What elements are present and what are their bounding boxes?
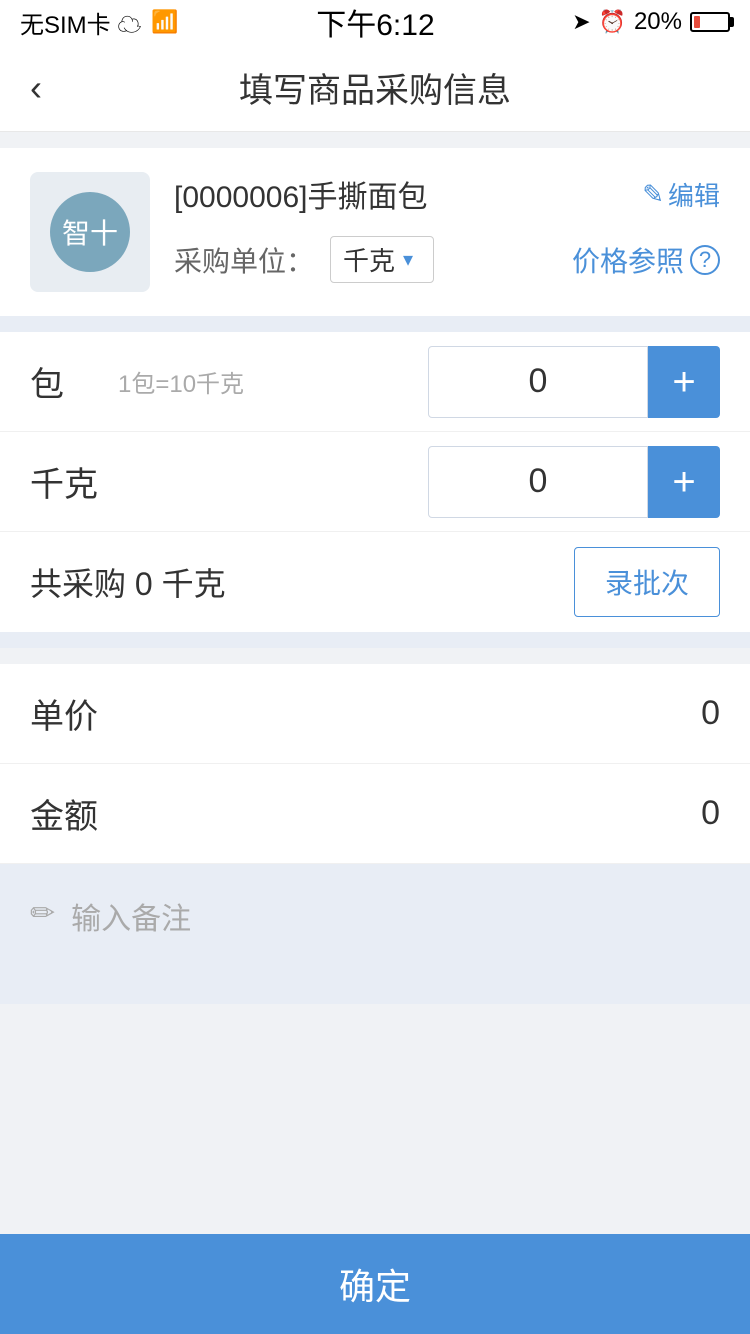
price-ref-help-icon: ?	[690, 245, 720, 275]
product-image: 智十	[30, 172, 150, 292]
kg-input-wrap: +	[428, 446, 720, 518]
amount-row: 金额 0	[0, 764, 750, 864]
bag-plus-icon: +	[672, 362, 695, 402]
section-divider-2	[0, 632, 750, 648]
confirm-button[interactable]: 确定	[0, 1234, 750, 1334]
location-icon: ➤	[572, 9, 590, 35]
price-section: 单价 0 金额 0	[0, 664, 750, 864]
back-button[interactable]: ‹	[30, 67, 42, 109]
bag-input[interactable]	[428, 346, 648, 418]
purchase-unit-label: 采购单位：	[174, 240, 314, 280]
status-bar: 无SIM卡 ☁ 📶 下午6:12 ➤ ⏰ 20%	[0, 0, 750, 44]
unit-price-label: 单价	[30, 689, 98, 738]
remarks-section[interactable]: ✏ 输入备注	[0, 864, 750, 1004]
status-time: 下午6:12	[316, 0, 434, 44]
status-right: ➤ ⏰ 20%	[572, 8, 730, 36]
product-name: [0000006]手撕面包	[174, 172, 427, 216]
remarks-placeholder: 输入备注	[71, 894, 191, 938]
amount-label: 金额	[30, 789, 98, 838]
kg-plus-icon: +	[672, 462, 695, 502]
page-title: 填写商品采购信息	[239, 63, 511, 112]
record-batch-button[interactable]: 录批次	[574, 547, 720, 617]
purchase-unit-row: 采购单位： 千克 ▾ 价格参照 ?	[174, 236, 720, 283]
battery-percent: 20%	[634, 8, 682, 36]
kg-plus-button[interactable]: +	[648, 446, 720, 518]
kg-input[interactable]	[428, 446, 648, 518]
product-logo-text: 智十	[62, 212, 118, 252]
confirm-button-label: 确定	[339, 1258, 411, 1310]
product-info: [0000006]手撕面包 ✎ 编辑 采购单位： 千克 ▾ 价格参照 ?	[174, 172, 720, 283]
section-divider-1	[0, 316, 750, 332]
unit-price-value: 0	[701, 694, 720, 733]
remarks-icon: ✏	[30, 896, 55, 931]
amount-value: 0	[701, 794, 720, 833]
wifi-icon: 📶	[151, 9, 178, 35]
alarm-icon: ⏰	[599, 9, 626, 35]
battery-icon	[690, 12, 730, 32]
kg-label: 千克	[30, 457, 110, 506]
product-card: 智十 [0000006]手撕面包 ✎ 编辑 采购单位： 千克 ▾ 价格参照 ?	[0, 148, 750, 316]
price-reference-button[interactable]: 价格参照 ?	[572, 240, 720, 280]
edit-label: 编辑	[668, 176, 720, 213]
status-left: 无SIM卡 ☁ 📶	[20, 5, 179, 40]
bag-sublabel: 1包=10千克	[118, 364, 244, 399]
unit-value: 千克	[343, 241, 395, 278]
unit-price-row: 单价 0	[0, 664, 750, 764]
bag-plus-button[interactable]: +	[648, 346, 720, 418]
summary-text: 共采购 0 千克	[30, 559, 226, 605]
price-ref-label: 价格参照	[572, 240, 684, 280]
product-logo: 智十	[50, 192, 130, 272]
unit-select[interactable]: 千克 ▾	[330, 236, 434, 283]
bag-label: 包	[30, 357, 110, 406]
edit-button[interactable]: ✎ 编辑	[642, 176, 720, 213]
nav-bar: ‹ 填写商品采购信息	[0, 44, 750, 132]
summary-row: 共采购 0 千克 录批次	[0, 532, 750, 632]
input-section: 包 1包=10千克 + 千克 +	[0, 332, 750, 532]
bag-input-wrap: +	[428, 346, 720, 418]
edit-icon: ✎	[642, 179, 664, 210]
product-name-row: [0000006]手撕面包 ✎ 编辑	[174, 172, 720, 216]
bottom-spacer	[0, 1004, 750, 1104]
kg-input-row: 千克 +	[0, 432, 750, 532]
unit-arrow-icon: ▾	[403, 247, 413, 272]
sim-status: 无SIM卡 ☁	[20, 5, 141, 40]
bag-input-row: 包 1包=10千克 +	[0, 332, 750, 432]
